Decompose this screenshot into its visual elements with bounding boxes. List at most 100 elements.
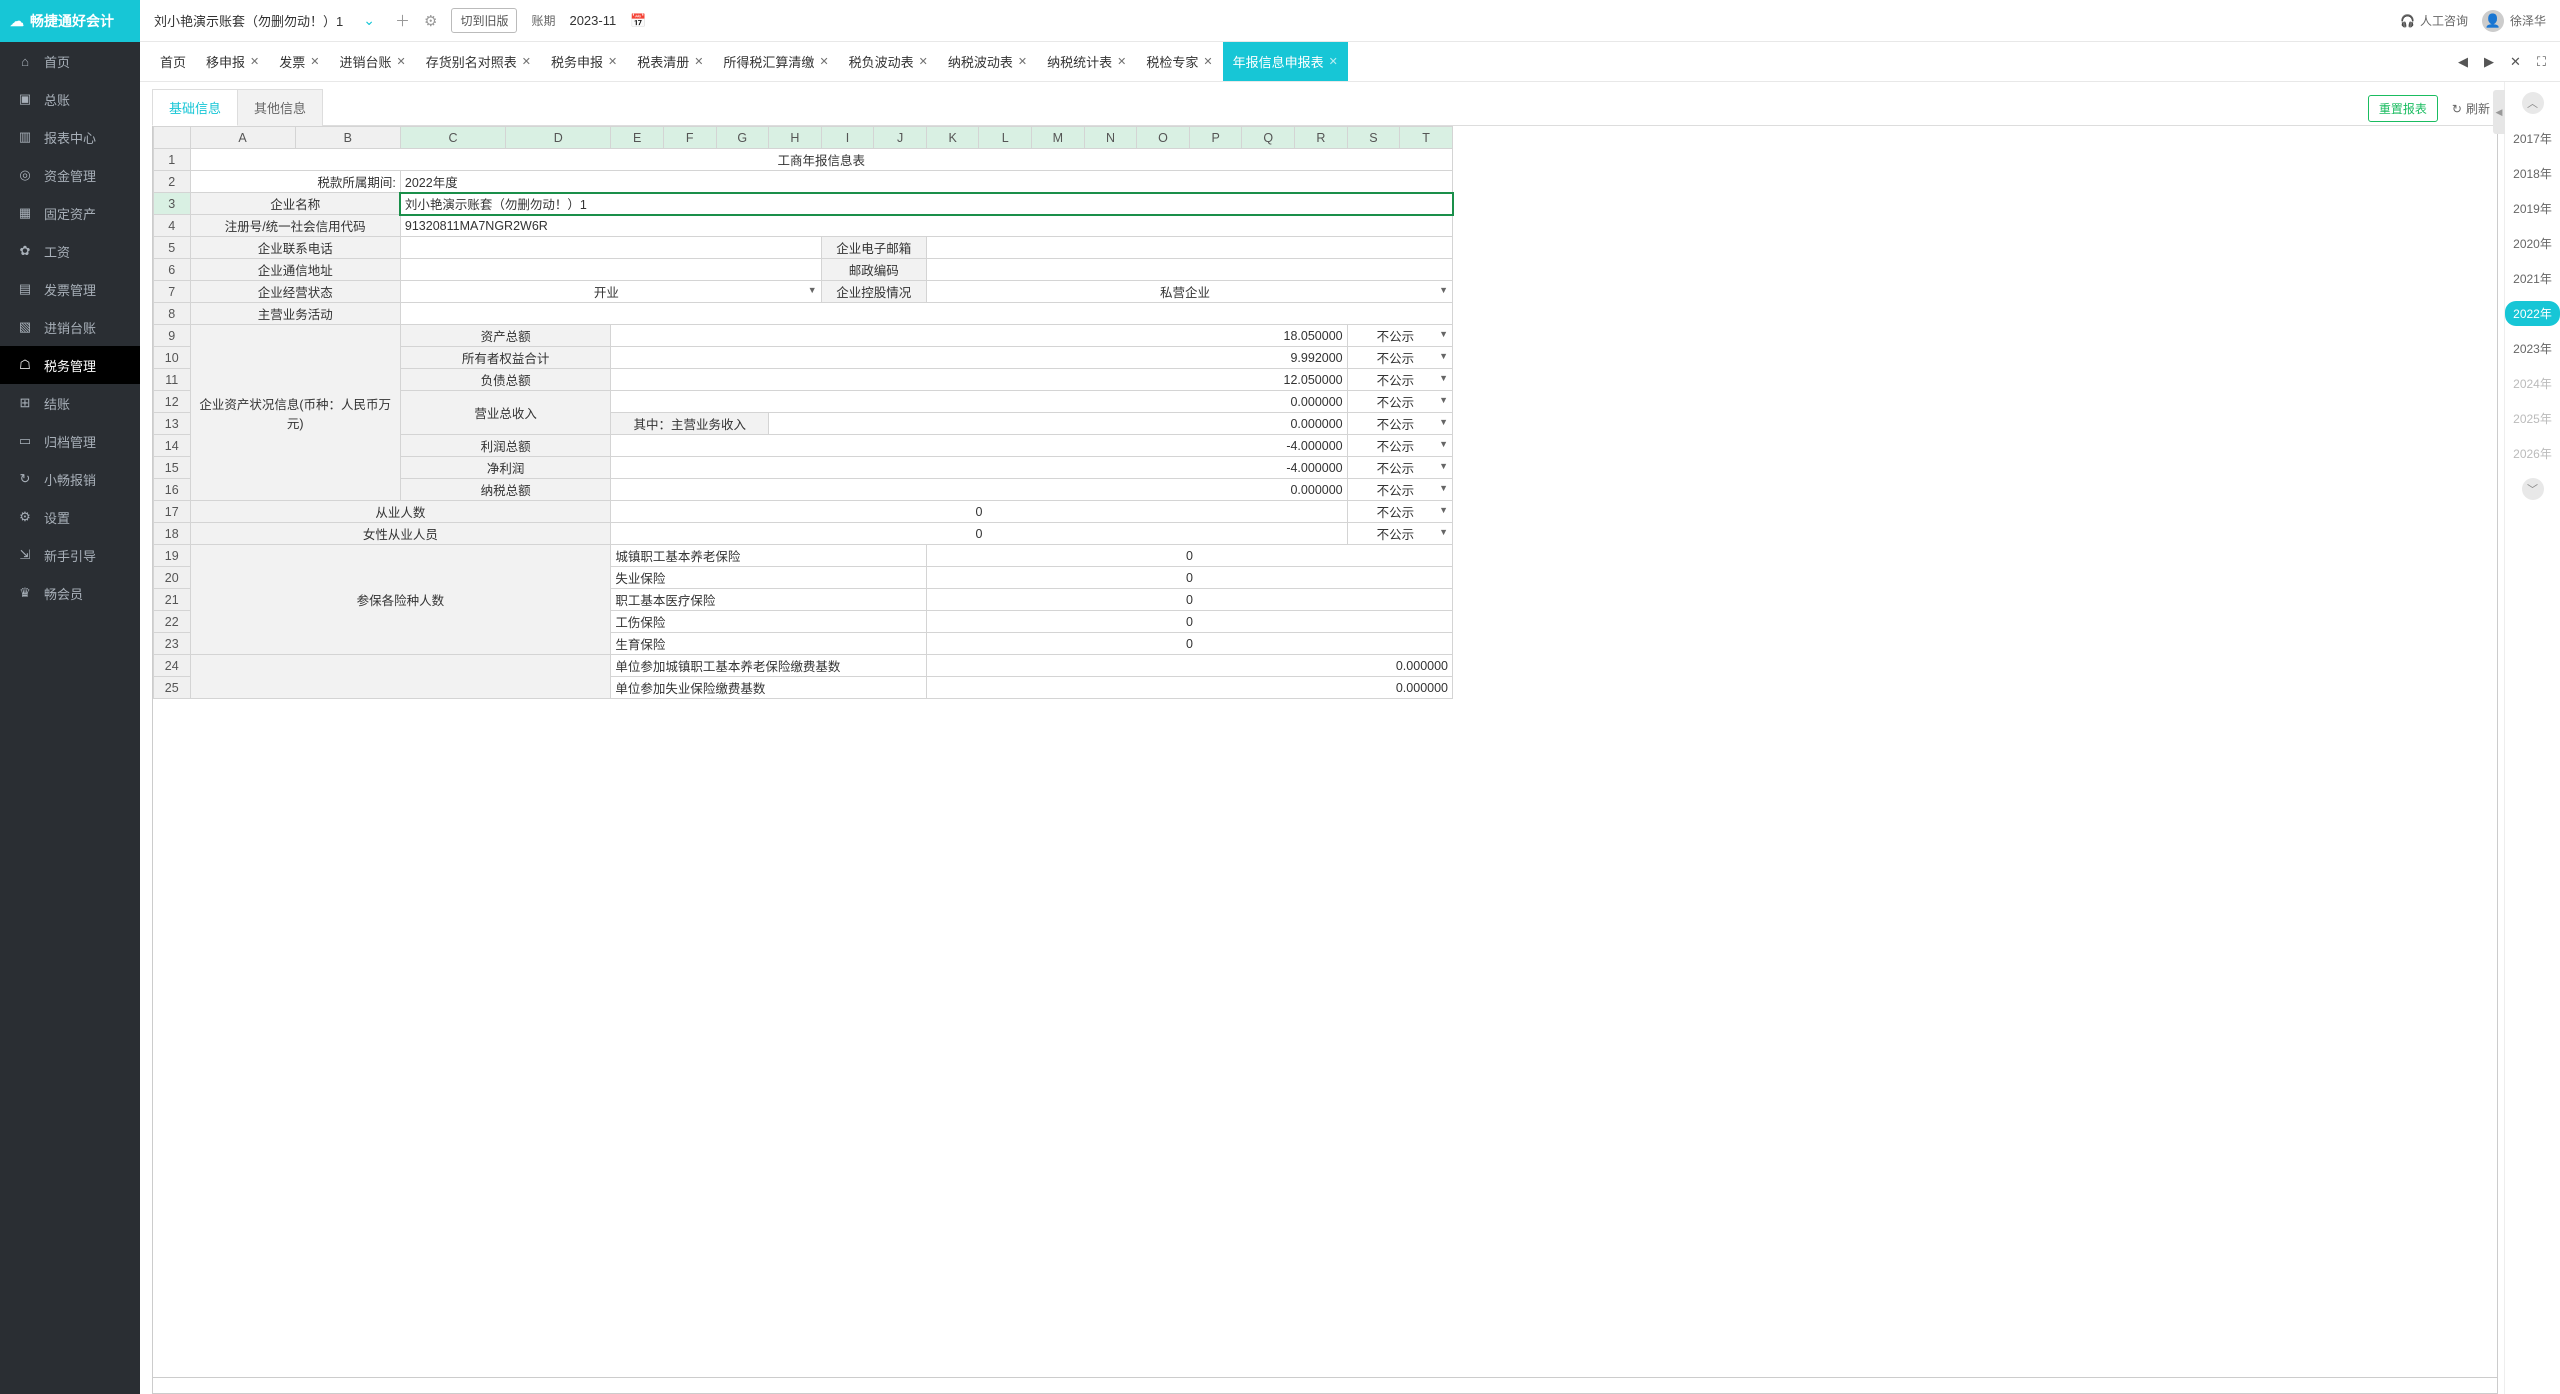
- row-header-5[interactable]: 5: [154, 237, 191, 259]
- sidebar-item-总账[interactable]: ▣总账: [0, 80, 140, 118]
- row-header-10[interactable]: 10: [154, 347, 191, 369]
- row-header-21[interactable]: 21: [154, 589, 191, 611]
- col-header-O[interactable]: O: [1137, 127, 1190, 149]
- row-header-8[interactable]: 8: [154, 303, 191, 325]
- publicity-dropdown[interactable]: 不公示: [1347, 523, 1452, 545]
- fin-value[interactable]: 0.000000: [611, 391, 1347, 413]
- sidebar-item-资金管理[interactable]: ◎资金管理: [0, 156, 140, 194]
- row-header-11[interactable]: 11: [154, 369, 191, 391]
- col-header-E[interactable]: E: [611, 127, 664, 149]
- row-header-20[interactable]: 20: [154, 567, 191, 589]
- year-2017年[interactable]: 2017年: [2505, 126, 2560, 151]
- phone-value[interactable]: [400, 237, 821, 259]
- sidebar-item-税务管理[interactable]: ☖税务管理: [0, 346, 140, 384]
- col-header-Q[interactable]: Q: [1242, 127, 1295, 149]
- publicity-dropdown[interactable]: 不公示: [1347, 435, 1452, 457]
- plus-icon[interactable]: ＋: [395, 10, 410, 31]
- tab-纳税波动表[interactable]: 纳税波动表✕: [938, 42, 1037, 81]
- close-icon[interactable]: ✕: [608, 55, 617, 68]
- tab-纳税统计表[interactable]: 纳税统计表✕: [1037, 42, 1136, 81]
- close-icon[interactable]: ✕: [919, 55, 928, 68]
- row-header-22[interactable]: 22: [154, 611, 191, 633]
- publicity-dropdown[interactable]: 不公示: [1347, 457, 1452, 479]
- subtab-其他信息[interactable]: 其他信息: [237, 89, 323, 126]
- col-header-H[interactable]: H: [769, 127, 822, 149]
- tab-税负波动表[interactable]: 税负波动表✕: [839, 42, 938, 81]
- subtab-基础信息[interactable]: 基础信息: [152, 89, 238, 126]
- fin-value[interactable]: 9.992000: [611, 347, 1347, 369]
- col-header-N[interactable]: N: [1084, 127, 1137, 149]
- col-header-I[interactable]: I: [821, 127, 874, 149]
- reset-report-button[interactable]: 重置报表: [2368, 95, 2438, 122]
- close-icon[interactable]: ✕: [250, 55, 259, 68]
- ins-value[interactable]: 0: [926, 611, 1452, 633]
- col-header-K[interactable]: K: [926, 127, 979, 149]
- sidebar-item-工资[interactable]: ✿工资: [0, 232, 140, 270]
- row-header-3[interactable]: 3: [154, 193, 191, 215]
- tab-税表清册[interactable]: 税表清册✕: [627, 42, 713, 81]
- row-header-6[interactable]: 6: [154, 259, 191, 281]
- tab-税检专家[interactable]: 税检专家✕: [1136, 42, 1222, 81]
- tab-进销台账[interactable]: 进销台账✕: [329, 42, 415, 81]
- fin-value[interactable]: 0.000000: [611, 479, 1347, 501]
- horizontal-scrollbar[interactable]: [153, 1377, 2497, 1393]
- spreadsheet[interactable]: ABCDEFGHIJKLMNOPQRST 1工商年报信息表2税款所属期间:202…: [152, 126, 2498, 1394]
- row-header-1[interactable]: 1: [154, 149, 191, 171]
- close-icon[interactable]: ✕: [1329, 55, 1338, 68]
- row-header-13[interactable]: 13: [154, 413, 191, 435]
- ins-value[interactable]: 0: [926, 545, 1452, 567]
- tab-存货别名对照表[interactable]: 存货别名对照表✕: [416, 42, 541, 81]
- year-2023年[interactable]: 2023年: [2505, 336, 2560, 361]
- close-icon[interactable]: ✕: [694, 55, 703, 68]
- fin-value[interactable]: -4.000000: [611, 435, 1347, 457]
- tab-所得税汇算清缴[interactable]: 所得税汇算清缴✕: [713, 42, 838, 81]
- refresh-button[interactable]: ↻ 刷新: [2452, 100, 2490, 117]
- main-biz-value[interactable]: [400, 303, 1452, 325]
- close-icon[interactable]: ✕: [1203, 55, 1212, 68]
- sidebar-item-结账[interactable]: ⊞结账: [0, 384, 140, 422]
- col-header-T[interactable]: T: [1400, 127, 1453, 149]
- gear-icon[interactable]: ⚙: [424, 12, 437, 30]
- year-up-icon[interactable]: ︿: [2522, 92, 2544, 114]
- publicity-dropdown[interactable]: 不公示: [1347, 369, 1452, 391]
- user-menu[interactable]: 👤 徐泽华: [2482, 10, 2546, 32]
- year-2020年[interactable]: 2020年: [2505, 231, 2560, 256]
- row-header-14[interactable]: 14: [154, 435, 191, 457]
- col-header-J[interactable]: J: [874, 127, 927, 149]
- switch-old-button[interactable]: 切到旧版: [451, 8, 517, 33]
- year-2025年[interactable]: 2025年: [2505, 406, 2560, 431]
- sidebar-item-设置[interactable]: ⚙设置: [0, 498, 140, 536]
- ins-value[interactable]: 0: [926, 633, 1452, 655]
- sidebar-item-新手引导[interactable]: ⇲新手引导: [0, 536, 140, 574]
- col-header-L[interactable]: L: [979, 127, 1032, 149]
- tab-prev-icon[interactable]: ◀: [2454, 50, 2472, 74]
- fin-sub-value[interactable]: 0.000000: [769, 413, 1348, 435]
- publicity-dropdown[interactable]: 不公示: [1347, 413, 1452, 435]
- year-2018年[interactable]: 2018年: [2505, 161, 2560, 186]
- ins-value[interactable]: 0: [926, 589, 1452, 611]
- row-header-23[interactable]: 23: [154, 633, 191, 655]
- tab-移申报[interactable]: 移申报✕: [196, 42, 269, 81]
- tab-税务申报[interactable]: 税务申报✕: [541, 42, 627, 81]
- female-value[interactable]: 0: [611, 523, 1347, 545]
- fin-value[interactable]: 12.050000: [611, 369, 1347, 391]
- sidebar-item-归档管理[interactable]: ▭归档管理: [0, 422, 140, 460]
- close-icon[interactable]: ✕: [397, 55, 406, 68]
- col-header-G[interactable]: G: [716, 127, 769, 149]
- tab-首页[interactable]: 首页: [150, 42, 196, 81]
- row-header-16[interactable]: 16: [154, 479, 191, 501]
- tab-next-icon[interactable]: ▶: [2480, 50, 2498, 74]
- sidebar-item-进销台账[interactable]: ▧进销台账: [0, 308, 140, 346]
- row-header-12[interactable]: 12: [154, 391, 191, 413]
- publicity-dropdown[interactable]: 不公示: [1347, 347, 1452, 369]
- publicity-dropdown[interactable]: 不公示: [1347, 501, 1452, 523]
- col-header-C[interactable]: C: [400, 127, 505, 149]
- col-header-B[interactable]: B: [295, 127, 400, 149]
- tab-close-all-icon[interactable]: ✕: [2506, 50, 2525, 74]
- close-icon[interactable]: ✕: [819, 55, 828, 68]
- year-2021年[interactable]: 2021年: [2505, 266, 2560, 291]
- col-header-S[interactable]: S: [1347, 127, 1400, 149]
- year-2026年[interactable]: 2026年: [2505, 441, 2560, 466]
- chevron-down-icon[interactable]: ⌄: [357, 12, 381, 29]
- row-header-19[interactable]: 19: [154, 545, 191, 567]
